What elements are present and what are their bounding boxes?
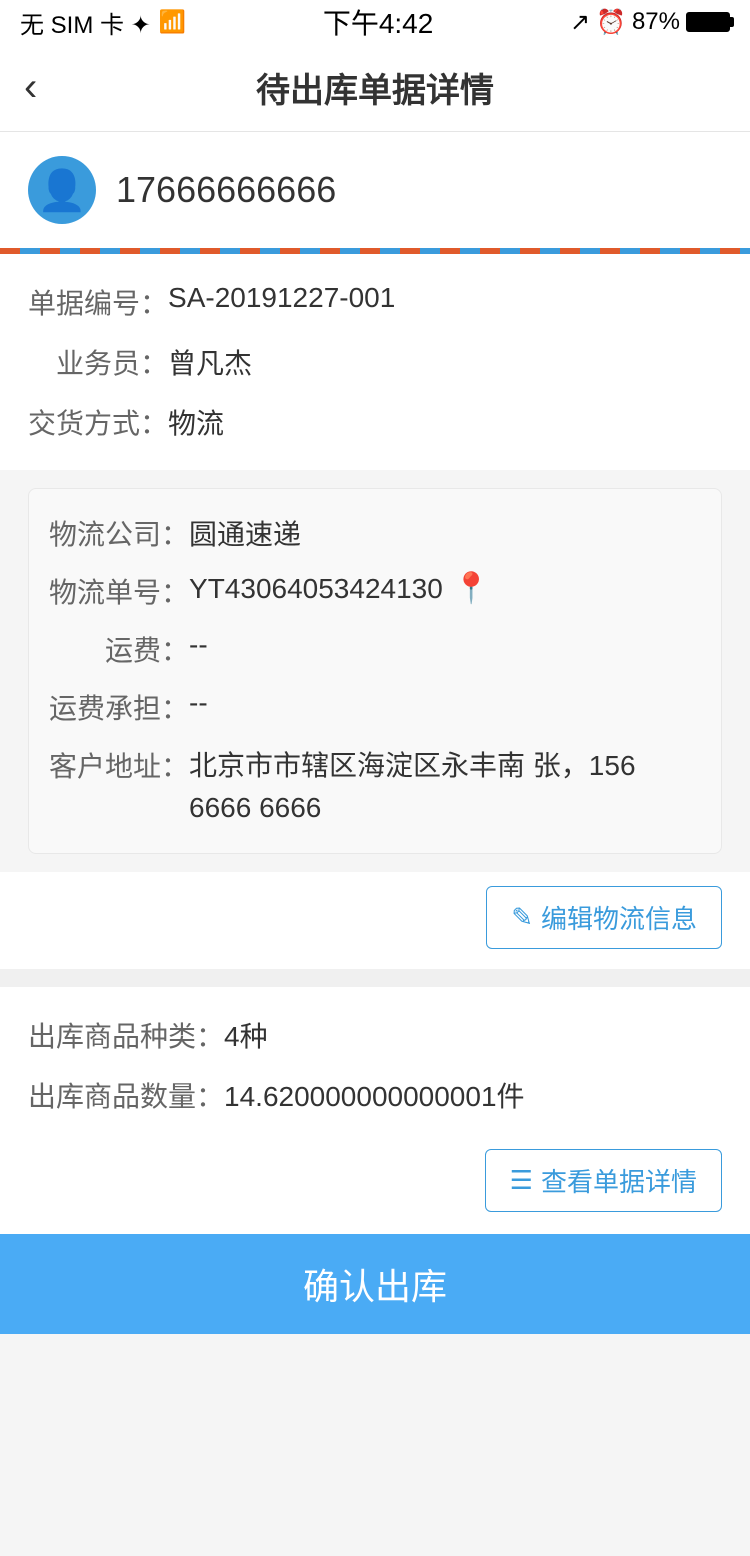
map-pin-icon[interactable]: 📍: [453, 571, 490, 606]
logistics-company-row: 物流公司： 圆通速递: [49, 513, 701, 553]
goods-section: 出库商品种类： 4种 出库商品数量： 14.620000000000001件: [0, 987, 750, 1135]
back-arrow-icon: ‹: [24, 65, 37, 109]
order-number-label: 单据编号：: [28, 282, 168, 322]
customer-address-value: 北京市市辖区海淀区永丰南 张，156 6666 6666: [189, 745, 701, 829]
info-row-salesperson: 业务员： 曾凡杰: [28, 342, 722, 382]
avatar: 👤: [28, 156, 96, 224]
view-detail-button[interactable]: ☰ 查看单据详情: [485, 1149, 722, 1212]
freight-bearer-label: 运费承担：: [49, 687, 189, 727]
confirm-label: 确认出库: [303, 1258, 447, 1310]
logistics-number-row: 物流单号： YT43064053424130 📍: [49, 571, 701, 611]
salesperson-value: 曾凡杰: [168, 342, 722, 382]
view-detail-label: 查看单据详情: [541, 1162, 697, 1199]
status-bar: 无 SIM 卡 ✦ 📶 下午4:42 ↗ ⏰ 87%: [0, 0, 750, 44]
nav-bar: ‹ 待出库单据详情: [0, 44, 750, 132]
goods-type-label: 出库商品种类：: [28, 1015, 224, 1055]
sim-label: 无 SIM 卡 ✦: [20, 5, 151, 40]
wifi-icon: 📶: [159, 9, 186, 35]
customer-address-label: 客户地址：: [49, 745, 189, 785]
detail-btn-row: ☰ 查看单据详情: [0, 1135, 750, 1236]
battery-percent: 87%: [632, 8, 680, 36]
salesperson-label: 业务员：: [28, 342, 168, 382]
document-icon: ☰: [510, 1165, 533, 1196]
edit-logistics-label: 编辑物流信息: [541, 899, 697, 936]
status-right: ↗ ⏰ 87%: [570, 8, 730, 37]
goods-quantity-label: 出库商品数量：: [28, 1075, 224, 1115]
freight-value: --: [189, 629, 701, 661]
freight-bearer-value: --: [189, 687, 701, 719]
freight-row: 运费： --: [49, 629, 701, 669]
freight-bearer-row: 运费承担： --: [49, 687, 701, 727]
logistics-number-value: YT43064053424130 📍: [189, 571, 701, 606]
goods-quantity-row: 出库商品数量： 14.620000000000001件: [28, 1075, 722, 1115]
phone-number: 17666666666: [116, 169, 336, 211]
info-section: 单据编号： SA-20191227-001 业务员： 曾凡杰 交货方式： 物流: [0, 254, 750, 470]
freight-label: 运费：: [49, 629, 189, 669]
location-status-icon: ↗: [570, 8, 590, 37]
logistics-number-label: 物流单号：: [49, 571, 189, 611]
goods-type-row: 出库商品种类： 4种: [28, 1015, 722, 1055]
battery-icon: [686, 12, 730, 32]
page-title: 待出库单据详情: [256, 63, 494, 112]
status-left: 无 SIM 卡 ✦ 📶: [20, 5, 186, 40]
back-button[interactable]: ‹: [24, 65, 37, 110]
delivery-label: 交货方式：: [28, 402, 168, 442]
confirm-bar[interactable]: 确认出库: [0, 1234, 750, 1334]
order-number-value: SA-20191227-001: [168, 282, 722, 314]
logistics-company-label: 物流公司：: [49, 513, 189, 553]
person-icon: 👤: [37, 167, 87, 214]
goods-quantity-value: 14.620000000000001件: [224, 1075, 525, 1115]
delivery-value: 物流: [168, 402, 722, 442]
info-row-delivery: 交货方式： 物流: [28, 402, 722, 442]
section-divider: [0, 969, 750, 987]
logistics-card: 物流公司： 圆通速递 物流单号： YT43064053424130 📍 运费： …: [28, 488, 722, 854]
customer-address-row: 客户地址： 北京市市辖区海淀区永丰南 张，156 6666 6666: [49, 745, 701, 829]
edit-icon: ✎: [511, 902, 533, 933]
status-time: 下午4:42: [323, 2, 434, 42]
edit-logistics-button[interactable]: ✎ 编辑物流信息: [486, 886, 722, 949]
goods-type-value: 4种: [224, 1015, 268, 1055]
info-row-order-number: 单据编号： SA-20191227-001: [28, 282, 722, 322]
alarm-icon: ⏰: [596, 8, 626, 37]
phone-header: 👤 17666666666: [0, 132, 750, 248]
logistics-company-value: 圆通速递: [189, 513, 701, 553]
edit-btn-row: ✎ 编辑物流信息: [0, 872, 750, 969]
